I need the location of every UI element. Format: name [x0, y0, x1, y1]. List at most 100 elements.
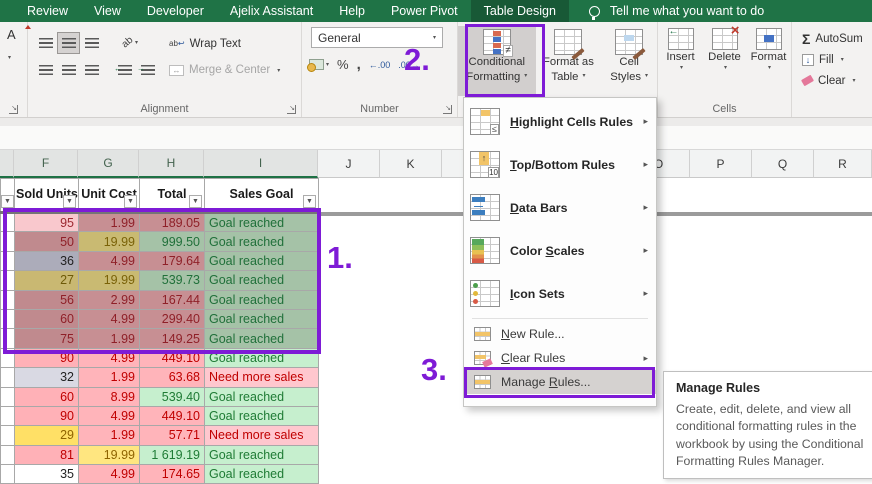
cell[interactable]: 539.40: [139, 386, 205, 407]
cell[interactable]: 1.99: [78, 367, 140, 388]
menu-item-top-bottom-rules[interactable]: Top/Bottom Rules ▸: [464, 143, 656, 186]
cell[interactable]: 4.99: [78, 250, 140, 272]
cell[interactable]: Goal reached: [204, 270, 319, 291]
cell[interactable]: Goal reached: [204, 444, 319, 466]
cell[interactable]: 174.65: [139, 464, 205, 484]
filter-button[interactable]: ▼: [124, 195, 137, 208]
filter-button[interactable]: ▼: [63, 195, 76, 208]
align-top-button[interactable]: [34, 32, 57, 54]
cell[interactable]: 1 619.19: [139, 444, 205, 466]
cell[interactable]: 75: [14, 328, 79, 349]
cell[interactable]: 27: [14, 270, 79, 291]
cell[interactable]: 90: [14, 347, 79, 369]
comma-style-button[interactable]: ,: [357, 56, 361, 73]
cell[interactable]: 90: [14, 405, 79, 427]
cell[interactable]: Goal reached: [204, 211, 319, 233]
cell-partial[interactable]: [0, 464, 15, 484]
cell[interactable]: 1.99: [78, 328, 140, 349]
cell[interactable]: 1.99: [78, 425, 140, 446]
format-as-table-button[interactable]: Format as Table ▾: [536, 26, 602, 96]
tell-me-search[interactable]: Tell me what you want to do: [588, 0, 764, 22]
chevron-down-icon[interactable]: ▾: [8, 54, 27, 61]
cell[interactable]: 19.99: [78, 444, 140, 466]
filter-button[interactable]: ▼: [1, 195, 14, 208]
tab-table-design[interactable]: Table Design: [470, 0, 569, 22]
menu-item-new-rule[interactable]: New Rule...: [464, 322, 656, 346]
cell[interactable]: 81: [14, 444, 79, 466]
cell[interactable]: 60: [14, 386, 79, 407]
cell[interactable]: 60: [14, 308, 79, 330]
accounting-format-button[interactable]: ▾: [307, 59, 329, 72]
menu-item-highlight-cells-rules[interactable]: Highlight Cells Rules ▸: [464, 100, 656, 143]
cell[interactable]: Goal reached: [204, 328, 319, 349]
align-middle-button[interactable]: [57, 31, 80, 54]
cell-partial[interactable]: [0, 211, 15, 233]
align-center-button[interactable]: [57, 59, 80, 81]
menu-item-icon-sets[interactable]: Icon Sets ▸: [464, 272, 656, 315]
cell[interactable]: 29: [14, 425, 79, 446]
column-header-G[interactable]: G: [78, 150, 139, 178]
column-header-J[interactable]: J: [318, 150, 380, 178]
cell-partial[interactable]: [0, 386, 15, 407]
cell[interactable]: 539.73: [139, 270, 205, 291]
cell[interactable]: 57.71: [139, 425, 205, 446]
cell[interactable]: 2.99: [78, 289, 140, 310]
cell[interactable]: 95: [14, 211, 79, 233]
cell-partial[interactable]: [0, 250, 15, 272]
cell[interactable]: 299.40: [139, 308, 205, 330]
cell-partial[interactable]: [0, 328, 15, 349]
cell[interactable]: 35: [14, 464, 79, 484]
cell-partial[interactable]: [0, 231, 15, 252]
align-right-button[interactable]: [80, 59, 103, 81]
wrap-text-button[interactable]: ab↩ Wrap Text: [169, 31, 280, 57]
cell[interactable]: 36: [14, 250, 79, 272]
cell[interactable]: Goal reached: [204, 386, 319, 407]
cell[interactable]: 19.99: [78, 231, 140, 252]
cell[interactable]: 56: [14, 289, 79, 310]
font-dialog-launcher-icon[interactable]: ↘: [9, 105, 18, 114]
cell-partial[interactable]: [0, 308, 15, 330]
align-bottom-button[interactable]: [80, 32, 103, 54]
column-header-H[interactable]: H: [139, 150, 204, 178]
tab-review[interactable]: Review: [14, 0, 81, 22]
column-header-K[interactable]: K: [380, 150, 442, 178]
font-size-button[interactable]: A: [7, 25, 31, 42]
cell[interactable]: Goal reached: [204, 308, 319, 330]
header-sold-units[interactable]: Sold Units ▼: [14, 178, 79, 214]
tab-power-pivot[interactable]: Power Pivot: [378, 0, 471, 22]
cell[interactable]: 8.99: [78, 386, 140, 407]
cell[interactable]: 4.99: [78, 405, 140, 427]
cell[interactable]: Goal reached: [204, 250, 319, 272]
filter-button[interactable]: ▼: [189, 195, 202, 208]
tab-help[interactable]: Help: [326, 0, 378, 22]
column-header-I[interactable]: I: [204, 150, 318, 178]
menu-item-manage-rules[interactable]: Manage Rules...: [464, 370, 656, 394]
cell[interactable]: Goal reached: [204, 231, 319, 252]
cell[interactable]: Goal reached: [204, 289, 319, 310]
cell[interactable]: 32: [14, 367, 79, 388]
tab-view[interactable]: View: [81, 0, 134, 22]
cell[interactable]: 167.44: [139, 289, 205, 310]
cell-partial[interactable]: [0, 270, 15, 291]
increase-decimal-button[interactable]: ←.00: [369, 60, 391, 70]
decrease-indent-button[interactable]: [113, 59, 136, 81]
tab-ajelix-assistant[interactable]: Ajelix Assistant: [217, 0, 326, 22]
align-left-button[interactable]: [34, 59, 57, 81]
cell-partial[interactable]: [0, 289, 15, 310]
cell[interactable]: Need more sales: [204, 367, 319, 388]
merge-center-button[interactable]: ↔ Merge & Center ▾: [169, 57, 280, 83]
cell-partial[interactable]: [0, 444, 15, 466]
column-header-partial[interactable]: [0, 150, 14, 178]
cell[interactable]: 179.64: [139, 250, 205, 272]
cell[interactable]: Goal reached: [204, 405, 319, 427]
clear-button[interactable]: Clear ▾: [800, 70, 871, 91]
cell[interactable]: 4.99: [78, 347, 140, 369]
cell[interactable]: 149.25: [139, 328, 205, 349]
header-sales-goal[interactable]: Sales Goal ▼: [204, 178, 319, 214]
column-header-F[interactable]: F: [14, 150, 78, 178]
header-unit-cost[interactable]: Unit Cost ▼: [78, 178, 140, 214]
fill-button[interactable]: ↓ Fill ▾: [802, 49, 871, 70]
cell[interactable]: 50: [14, 231, 79, 252]
orientation-button[interactable]: ab ▾: [113, 32, 147, 54]
header-total[interactable]: Total ▼: [139, 178, 205, 214]
